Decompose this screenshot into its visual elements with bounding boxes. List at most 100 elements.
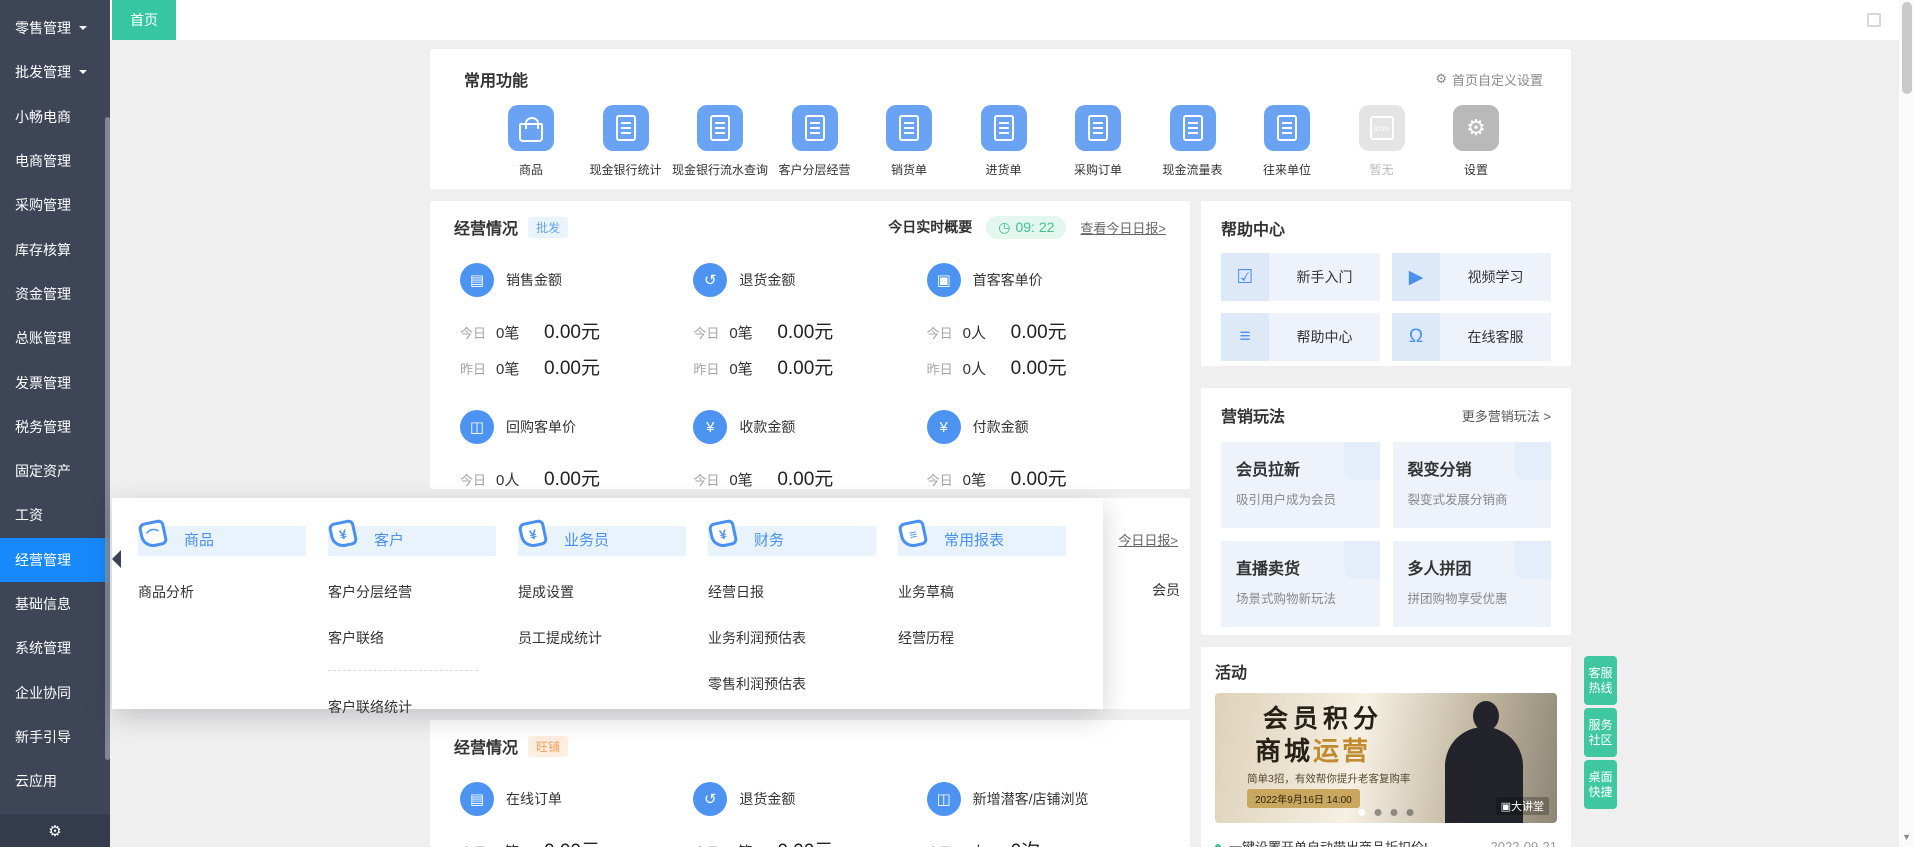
carousel-dot[interactable]	[1374, 809, 1382, 816]
marketing-item-fission-distribution[interactable]: 裂变分销 裂变式发展分销商	[1392, 442, 1551, 528]
gear-icon: ⚙	[48, 822, 62, 840]
menu-item-employee-commission-stats[interactable]: 员工提成统计	[518, 628, 708, 648]
activity-banner[interactable]: 会员积分 商城运营 简单3招，有效帮你提升老客复购率 2022年9月16日 14…	[1215, 693, 1557, 823]
stat-label: 退货金额	[739, 791, 796, 807]
sidebar-item-label: 资金管理	[15, 285, 71, 302]
activity-title: 活动	[1215, 665, 1248, 682]
sidebar-item-invoice-mgmt[interactable]: 发票管理	[0, 360, 110, 404]
tab-home[interactable]: 首页	[112, 0, 176, 40]
tile-label: 客户分层经营	[778, 163, 851, 177]
menu-item-retail-profit-forecast[interactable]: 零售利润预估表	[708, 674, 898, 694]
stat-return-amount-wangpu: ↺ 退货金额 今日0笔0.00元	[693, 782, 926, 847]
tile-customer-layered[interactable]: 客户分层经营	[770, 105, 860, 178]
tile-label: 商品	[518, 163, 543, 177]
daily-report-link-fragment[interactable]: 今日日报>	[1118, 530, 1178, 549]
wangpu-badge: 旺铺	[528, 735, 569, 757]
tile-business-partners[interactable]: 往来单位	[1242, 105, 1332, 178]
divider	[328, 670, 478, 671]
sidebar-item-general-ledger[interactable]: 总账管理	[0, 316, 110, 360]
stat-amount: 0次	[1011, 836, 1041, 847]
menu-item-customer-contact[interactable]: 客户联络	[328, 628, 518, 648]
period-label: 今日	[926, 473, 953, 488]
stat-count: 0笔	[729, 841, 777, 847]
activity-news-item[interactable]: 一键设置开单自动带出商品折扣价! 2022-09-21	[1215, 837, 1557, 847]
tile-purchase-receipt[interactable]: 进货单	[959, 105, 1049, 178]
sidebar-item-inventory-accounting[interactable]: 库存核算	[0, 227, 110, 271]
document-icon: ≡	[1221, 313, 1269, 361]
receipt-icon	[886, 105, 932, 151]
sidebar-item-basic-info[interactable]: 基础信息	[0, 582, 110, 626]
scrollbar-thumb[interactable]	[1902, 2, 1912, 94]
app-root: 首页 零售管理 批发管理 小畅电商 电商管理 采购管理 库存核算 资金管理 总账…	[0, 0, 1914, 847]
wholesale-stats-grid: ▤ 销售金额 今日 0笔 0.00元 昨日 0笔 0.00元 ↺ 退货金额 今日 0笔 0.00…	[454, 239, 1166, 489]
menu-item-goods-analysis[interactable]: 商品分析	[138, 582, 328, 602]
sidebar-item-label: 发票管理	[15, 374, 71, 391]
tile-cash-bank-flow-query[interactable]: 现金银行流水查询	[672, 105, 768, 178]
service-hotline-tab[interactable]: 客服 热线	[1584, 656, 1617, 705]
sidebar-settings-button[interactable]: ⚙	[0, 814, 110, 847]
sidebar-item-ecommerce-mgmt[interactable]: 电商管理	[0, 139, 110, 183]
sidebar-item-xiaochang-ecommerce[interactable]: 小畅电商	[0, 95, 110, 139]
help-item-help-center[interactable]: ≡ 帮助中心	[1221, 313, 1380, 361]
menu-item-customer-layered[interactable]: 客户分层经营	[328, 582, 518, 602]
tab-label: 客服	[1588, 665, 1613, 680]
news-date: 2022-09-21	[1490, 839, 1558, 847]
sidebar-item-payroll[interactable]: 工资	[0, 493, 110, 537]
gear-icon: ⚙	[1435, 71, 1447, 86]
sidebar-item-retail-mgmt[interactable]: 零售管理	[0, 6, 110, 50]
sidebar-item-beginner-guide[interactable]: 新手引导	[0, 715, 110, 759]
menu-item-business-profit-forecast[interactable]: 业务利润预估表	[708, 628, 898, 648]
tile-cash-flow-statement[interactable]: 现金流量表	[1148, 105, 1238, 178]
sidebar-item-wholesale-mgmt[interactable]: 批发管理	[0, 50, 110, 94]
tile-goods[interactable]: 商品	[486, 105, 576, 178]
more-marketing-link[interactable]: 更多营销玩法 >	[1462, 406, 1551, 425]
menu-item-commission-settings[interactable]: 提成设置	[518, 582, 708, 602]
marketing-item-group-buying[interactable]: 多人拼团 拼团购物享受优惠	[1392, 541, 1551, 627]
sidebar-item-system-mgmt[interactable]: 系统管理	[0, 626, 110, 670]
tile-sales-order[interactable]: 销货单	[864, 105, 954, 178]
member-label-fragment: 会员	[1152, 582, 1180, 598]
period-label: 今日	[693, 326, 720, 341]
sidebar-item-fixed-assets[interactable]: 固定资产	[0, 449, 110, 493]
menu-item-business-history[interactable]: 经营历程	[898, 628, 1088, 648]
tile-settings[interactable]: ⚙ 设置	[1431, 105, 1521, 178]
sidebar-item-cloud-apps[interactable]: 云应用	[0, 759, 110, 803]
summary-label: 今日实时概要	[888, 219, 973, 235]
menu-item-daily-business-report[interactable]: 经营日报	[708, 582, 898, 602]
menu-item-customer-contact-stats[interactable]: 客户联络统计	[328, 697, 518, 717]
yen-icon: ¥	[693, 410, 728, 444]
marketing-item-live-selling[interactable]: 直播卖货 场景式购物新玩法	[1221, 541, 1380, 627]
home-customize-link[interactable]: ⚙ 首页自定义设置	[1435, 70, 1543, 89]
sidebar-item-tax-mgmt[interactable]: 税务管理	[0, 405, 110, 449]
person-icon: ◫	[460, 410, 494, 444]
sidebar-scrollbar[interactable]	[105, 117, 110, 760]
page-scrollbar[interactable]: ▼	[1899, 0, 1914, 847]
carousel-dot[interactable]	[1406, 809, 1414, 816]
sidebar-item-enterprise-collab[interactable]: 企业协同	[0, 670, 110, 714]
sidebar-item-business-mgmt[interactable]: 经营管理	[0, 537, 110, 582]
tile-cash-bank-stats[interactable]: 现金银行统计	[581, 105, 671, 178]
sidebar-item-purchase-mgmt[interactable]: 采购管理	[0, 183, 110, 227]
scroll-down-arrow-icon[interactable]: ▼	[1902, 832, 1911, 842]
menu-item-business-drafts[interactable]: 业务草稿	[898, 582, 1088, 602]
flyout-column-common-reports: ≡ 常用报表 业务草稿 经营历程	[897, 518, 1088, 709]
desktop-shortcut-tab[interactable]: 桌面 快捷	[1584, 760, 1617, 809]
yen-doc-icon	[1169, 105, 1216, 151]
marketing-item-member-acquisition[interactable]: 会员拉新 吸引用户成为会员	[1221, 442, 1380, 528]
fullscreen-icon[interactable]	[1867, 13, 1881, 27]
daily-report-link[interactable]: 查看今日日报>	[1080, 218, 1166, 237]
carousel-dot[interactable]	[1390, 809, 1398, 816]
help-item-online-service[interactable]: Ω 在线客服	[1392, 313, 1551, 361]
banner-logo: ▣大讲堂	[1495, 797, 1549, 815]
sidebar-item-funds-mgmt[interactable]: 资金管理	[0, 272, 110, 316]
service-community-tab[interactable]: 服务 社区	[1584, 708, 1617, 757]
badge-icon: ▣	[926, 263, 961, 297]
help-item-video-learning[interactable]: ▶ 视频学习	[1392, 253, 1551, 301]
stat-online-orders: ▤ 在线订单 今日0笔0.00元	[460, 782, 693, 847]
help-item-label: 在线客服	[1467, 329, 1524, 345]
period-label: 今日	[460, 473, 487, 488]
stat-amount: 0.00元	[1010, 469, 1067, 489]
carousel-dot[interactable]	[1358, 809, 1366, 816]
tile-purchase-order[interactable]: 采购订单	[1053, 105, 1143, 178]
help-item-getting-started[interactable]: ☑ 新手入门	[1221, 253, 1380, 301]
